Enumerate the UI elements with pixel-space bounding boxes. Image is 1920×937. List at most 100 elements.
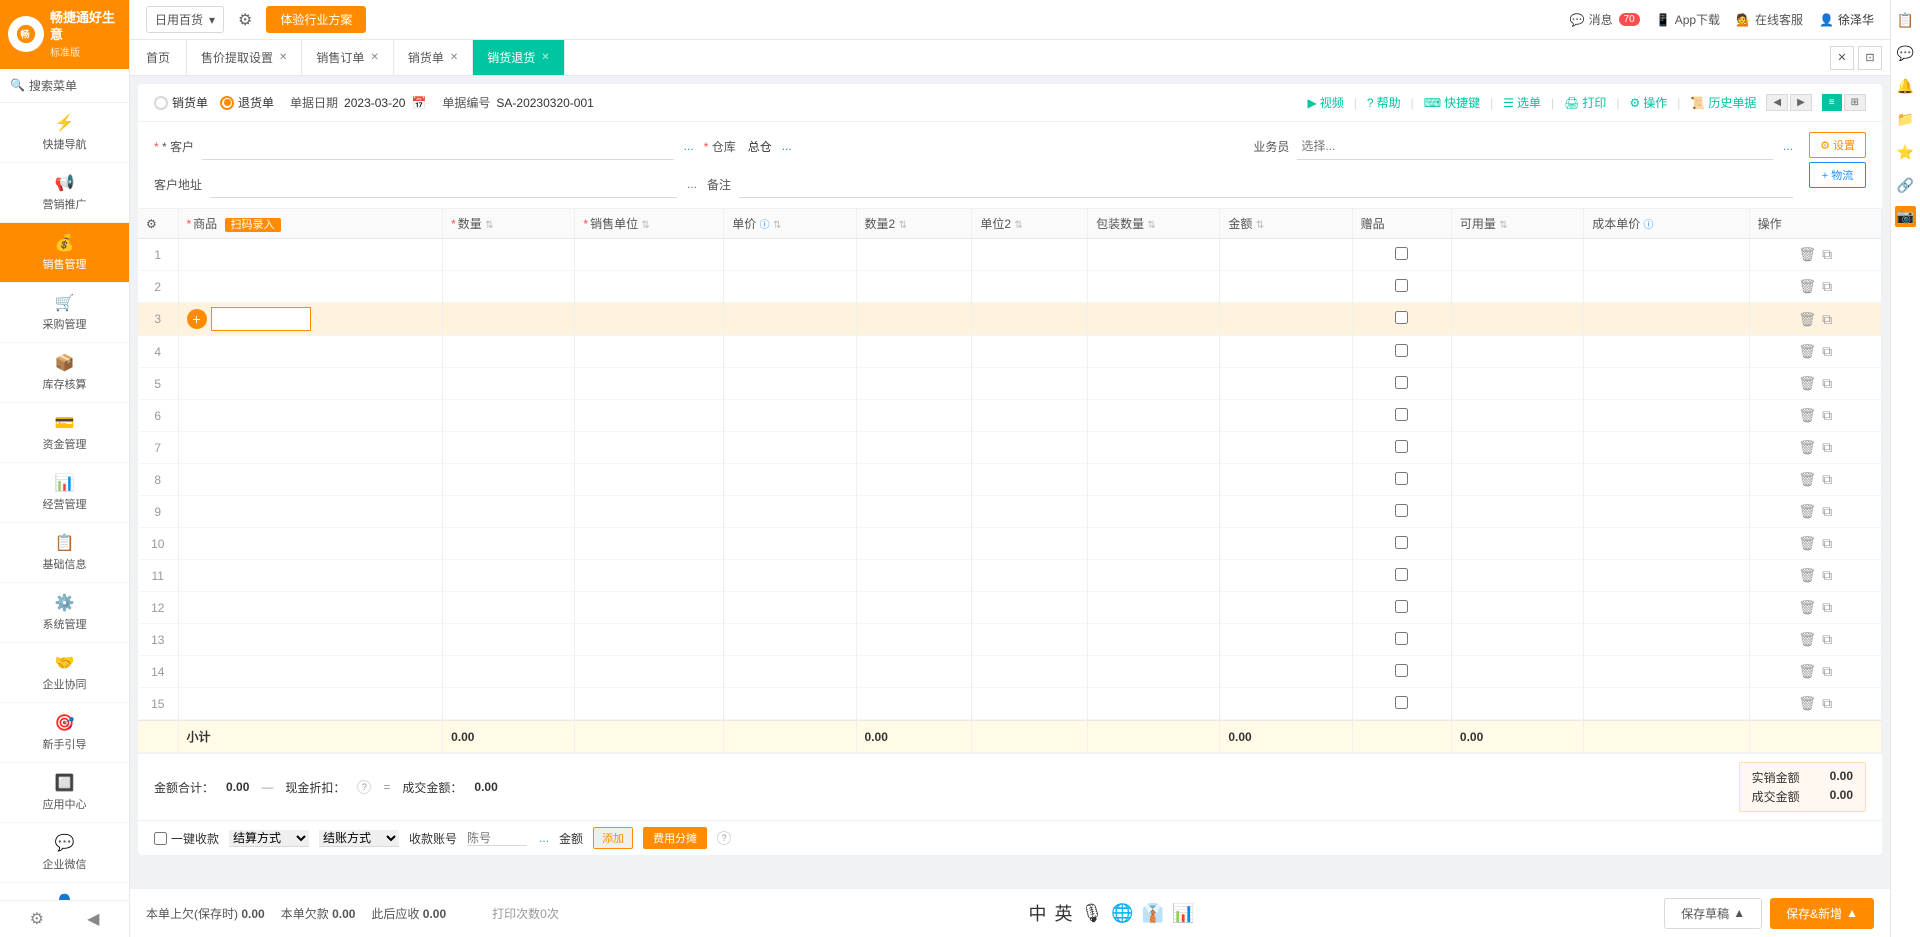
right-icon-highlight[interactable]: 📷 — [1895, 206, 1916, 227]
qty-cell-9[interactable] — [443, 496, 575, 528]
sale-unit-cell-15[interactable] — [575, 688, 724, 720]
category-select[interactable]: 日用百货 ▾ — [146, 6, 224, 33]
salesperson-dots-btn[interactable]: ... — [1783, 139, 1793, 153]
sale-unit-cell-8[interactable] — [575, 464, 724, 496]
copy-row-btn-11[interactable]: ⧉ — [1822, 567, 1832, 584]
copy-row-btn-15[interactable]: ⧉ — [1822, 695, 1832, 712]
product-cell-6[interactable] — [178, 400, 443, 432]
copy-row-btn-9[interactable]: ⧉ — [1822, 503, 1832, 520]
unit-price-cell-15[interactable] — [724, 688, 856, 720]
gift-check-11[interactable] — [1395, 568, 1408, 581]
qty2-cell-11[interactable] — [856, 560, 972, 592]
sale-unit-cell-4[interactable] — [575, 336, 724, 368]
unit2-cell-5[interactable] — [972, 368, 1088, 400]
gift-cell-6[interactable] — [1352, 400, 1451, 432]
calendar-icon[interactable]: 📅 — [411, 96, 426, 110]
sale-unit-cell-7[interactable] — [575, 432, 724, 464]
qty2-cell-4[interactable] — [856, 336, 972, 368]
product-cell-13[interactable] — [178, 624, 443, 656]
date-value[interactable]: 2023-03-20 — [344, 96, 405, 110]
delete-row-btn-11[interactable]: 🗑 — [1798, 567, 1816, 584]
available-sort-icon[interactable]: ⇅ — [1499, 220, 1507, 231]
product-cell-15[interactable] — [178, 688, 443, 720]
pack-qty-sort-icon[interactable]: ⇅ — [1147, 220, 1155, 231]
product-cell-12[interactable] — [178, 592, 443, 624]
unit-price-cell-11[interactable] — [724, 560, 856, 592]
qty-cell-10[interactable] — [443, 528, 575, 560]
product-cell-11[interactable] — [178, 560, 443, 592]
sale-unit-cell-5[interactable] — [575, 368, 724, 400]
qty-cell-1[interactable] — [443, 239, 575, 271]
toolbar-shortcut[interactable]: ⌨ 快捷键 — [1424, 94, 1480, 111]
sale-unit-cell-2[interactable] — [575, 271, 724, 303]
pack-qty-cell-5[interactable] — [1088, 368, 1220, 400]
pack-qty-cell-4[interactable] — [1088, 336, 1220, 368]
unit-price-cell-10[interactable] — [724, 528, 856, 560]
gift-check-14[interactable] — [1395, 664, 1408, 677]
pack-qty-cell-6[interactable] — [1088, 400, 1220, 432]
pack-qty-cell-12[interactable] — [1088, 592, 1220, 624]
add-btn[interactable]: 添加 — [593, 827, 633, 849]
gift-cell-1[interactable] — [1352, 239, 1451, 271]
right-icon-4[interactable]: 📁 — [1893, 107, 1918, 132]
right-icon-5[interactable]: ⭐ — [1893, 140, 1918, 165]
gift-cell-13[interactable] — [1352, 624, 1451, 656]
table-settings-icon[interactable]: ⚙ — [146, 217, 157, 231]
tab-sale-delivery[interactable]: 销货单 ✕ — [394, 40, 473, 76]
available-cell-13[interactable] — [1451, 624, 1583, 656]
cost-price-cell-9[interactable] — [1584, 496, 1749, 528]
gift-check-13[interactable] — [1395, 632, 1408, 645]
product-cell-1[interactable] — [178, 239, 443, 271]
toolbar-operation[interactable]: ⚙ 操作 — [1629, 94, 1667, 111]
toolbar-select[interactable]: ☰ 选单 — [1503, 94, 1541, 111]
view-list-btn[interactable]: ≡ — [1822, 94, 1842, 111]
delete-row-btn-1[interactable]: 🗑 — [1798, 246, 1816, 263]
cost-price-cell-13[interactable] — [1584, 624, 1749, 656]
collapse-icon[interactable]: ◀ — [87, 909, 99, 929]
gift-cell-8[interactable] — [1352, 464, 1451, 496]
product-input-3[interactable] — [211, 307, 311, 331]
amount-cell-11[interactable] — [1220, 560, 1352, 592]
amount-cell-3[interactable] — [1220, 303, 1352, 336]
toolbar-help[interactable]: ? 帮助 — [1367, 94, 1401, 111]
unit2-cell-7[interactable] — [972, 432, 1088, 464]
sale-unit-cell-3[interactable] — [575, 303, 724, 336]
account-dots-btn[interactable]: ... — [539, 831, 549, 845]
unit2-cell-1[interactable] — [972, 239, 1088, 271]
copy-row-btn-4[interactable]: ⧉ — [1822, 343, 1832, 360]
gift-cell-9[interactable] — [1352, 496, 1451, 528]
qty2-cell-3[interactable] — [856, 303, 972, 336]
delete-row-btn-12[interactable]: 🗑 — [1798, 599, 1816, 616]
delete-row-btn-14[interactable]: 🗑 — [1798, 663, 1816, 680]
one-key-pay-check[interactable] — [154, 832, 167, 845]
pack-qty-cell-8[interactable] — [1088, 464, 1220, 496]
topbar-settings-icon[interactable]: ⚙ — [234, 6, 256, 34]
sidebar-item-purchase[interactable]: 🛒 采购管理 — [0, 283, 129, 343]
qty-cell-13[interactable] — [443, 624, 575, 656]
qty2-cell-14[interactable] — [856, 656, 972, 688]
one-key-pay-checkbox[interactable]: 一键收款 — [154, 830, 219, 847]
qty-cell-5[interactable] — [443, 368, 575, 400]
message-btn[interactable]: 💬 消息 70 — [1570, 11, 1640, 28]
cost-price-cell-4[interactable] — [1584, 336, 1749, 368]
unit-price-cell-8[interactable] — [724, 464, 856, 496]
sidebar-item-newbie[interactable]: 🎯 新手引导 — [0, 703, 129, 763]
pack-qty-cell-9[interactable] — [1088, 496, 1220, 528]
product-cell-3[interactable]: + — [178, 303, 443, 336]
sale-unit-cell-9[interactable] — [575, 496, 724, 528]
scan-btn[interactable]: 扫码录入 — [225, 218, 281, 232]
unit2-cell-12[interactable] — [972, 592, 1088, 624]
gift-cell-11[interactable] — [1352, 560, 1451, 592]
gift-check-8[interactable] — [1395, 472, 1408, 485]
remark-input[interactable] — [739, 170, 1793, 198]
unit2-cell-15[interactable] — [972, 688, 1088, 720]
pack-qty-cell-7[interactable] — [1088, 432, 1220, 464]
unit-price-cell-1[interactable] — [724, 239, 856, 271]
address-dots-btn[interactable]: ... — [687, 177, 697, 191]
cost-price-cell-1[interactable] — [1584, 239, 1749, 271]
qty2-cell-2[interactable] — [856, 271, 972, 303]
unit2-cell-11[interactable] — [972, 560, 1088, 592]
amount-cell-1[interactable] — [1220, 239, 1352, 271]
warehouse-dots-btn[interactable]: ... — [782, 139, 792, 153]
copy-row-btn-12[interactable]: ⧉ — [1822, 599, 1832, 616]
